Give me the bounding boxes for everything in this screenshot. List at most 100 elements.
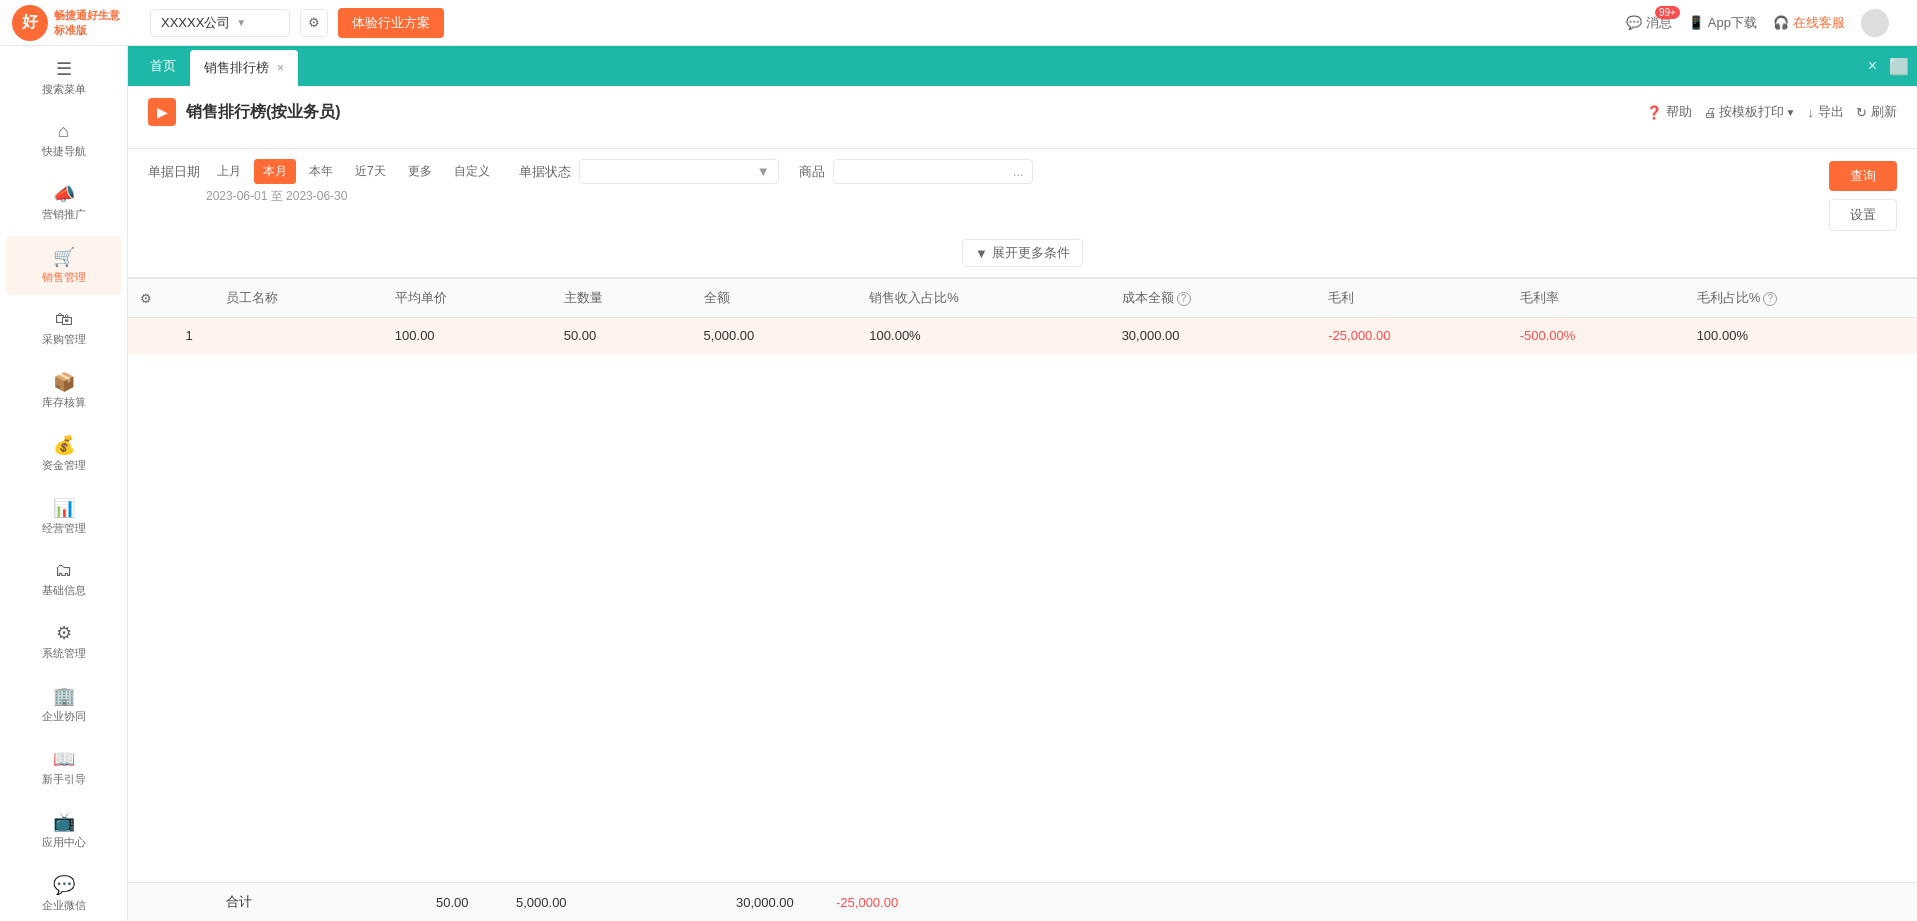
- app-download-button[interactable]: 📱 App下载: [1688, 14, 1757, 32]
- sidebar-label-quick-nav: 快捷导航: [42, 144, 86, 159]
- sidebar-item-marketing[interactable]: 📣 营销推广: [6, 173, 121, 232]
- app-download-label: App下载: [1708, 14, 1757, 32]
- online-service-button[interactable]: 🎧 在线客服: [1773, 14, 1845, 32]
- page-content: ▶ 销售排行榜(按业务员) ❓ 帮助 🖨 按模板打印: [128, 86, 1917, 921]
- help-label: 帮助: [1666, 103, 1692, 121]
- sidebar-item-enterprise-wechat[interactable]: 💬 企业微信: [6, 864, 121, 921]
- gross-pct-hint-icon[interactable]: ?: [1763, 292, 1777, 306]
- table-header-gross-rate: 毛利率: [1508, 279, 1685, 318]
- sidebar-label-search-order: 搜索菜单: [42, 82, 86, 97]
- beginner-icon: 📖: [53, 748, 75, 770]
- enterprise-collab-icon: 🏢: [53, 685, 75, 707]
- sidebar-item-sales[interactable]: 🛒 销售管理: [6, 236, 121, 295]
- tab-close-icon[interactable]: ×: [277, 61, 284, 75]
- collapse-toggle-button[interactable]: ▶: [148, 98, 176, 126]
- date-btn-more[interactable]: 更多: [399, 159, 441, 184]
- help-button[interactable]: ❓ 帮助: [1646, 103, 1692, 121]
- date-btn-this-year[interactable]: 本年: [300, 159, 342, 184]
- expand-label: 展开更多条件: [992, 244, 1070, 262]
- sidebar-item-basic-info[interactable]: 🗂 基础信息: [6, 550, 121, 608]
- tab-bar: 首页 销售排行榜 × × ⬜: [128, 46, 1917, 86]
- export-button[interactable]: ↓ 导出: [1808, 103, 1845, 121]
- date-btn-this-month[interactable]: 本月: [254, 159, 296, 184]
- sidebar-item-finance[interactable]: 💰 资金管理: [6, 424, 121, 483]
- marketing-icon: 📣: [53, 183, 75, 205]
- sidebar: ☰ 搜索菜单 ⌂ 快捷导航 📣 营销推广 🛒 销售管理 🛍 采购管理 📦 库: [0, 46, 128, 921]
- page-title: 销售排行榜(按业务员): [186, 102, 341, 123]
- collapse-icon: ▶: [157, 104, 168, 120]
- user-avatar[interactable]: [1861, 9, 1889, 37]
- expand-more-button[interactable]: ▼ 展开更多条件: [962, 239, 1083, 267]
- company-selector[interactable]: XXXXX公司 ▼: [150, 9, 290, 37]
- row-sales-pct: 100.00%: [857, 318, 1109, 354]
- sidebar-label-purchase: 采购管理: [42, 332, 86, 347]
- print-label: 按模板打印: [1719, 103, 1784, 121]
- table-row: 1 100.00 50.00 5,000.00 100.00% 30,000.0…: [128, 318, 1917, 354]
- row-avg-price: 100.00: [383, 318, 552, 354]
- date-btn-last-month[interactable]: 上月: [208, 159, 250, 184]
- sidebar-item-beginner[interactable]: 📖 新手引导: [6, 738, 121, 797]
- date-btn-7days[interactable]: 近7天: [346, 159, 395, 184]
- sidebar-item-inventory[interactable]: 📦 库存核算: [6, 361, 121, 420]
- sidebar-item-search-order[interactable]: ☰ 搜索菜单: [6, 48, 121, 107]
- filter-row: 单据日期 上月 本月 本年 近7天 更多 自定义: [148, 159, 1813, 184]
- date-filter-label: 单据日期: [148, 163, 200, 181]
- row-rank: 1: [164, 318, 214, 354]
- date-buttons: 上月 本月 本年 近7天 更多 自定义: [208, 159, 499, 184]
- trial-button[interactable]: 体验行业方案: [338, 8, 444, 38]
- row-cost: 30,000.00: [1110, 318, 1317, 354]
- online-service-label: 在线客服: [1793, 14, 1845, 32]
- query-button[interactable]: 查询: [1829, 161, 1897, 191]
- page-actions: ❓ 帮助 🖨 按模板打印 ▼ ↓ 导出: [1646, 103, 1897, 121]
- sidebar-item-quick-nav[interactable]: ⌂ 快捷导航: [6, 111, 121, 169]
- help-icon: ❓: [1646, 105, 1662, 120]
- phone-icon: 📱: [1688, 15, 1704, 30]
- row-amount: 5,000.00: [692, 318, 858, 354]
- refresh-button[interactable]: ↻ 刷新: [1856, 103, 1897, 121]
- table-header-amount: 全额: [692, 279, 858, 318]
- date-btn-custom[interactable]: 自定义: [445, 159, 499, 184]
- status-filter-label: 单据状态: [519, 163, 571, 181]
- sidebar-label-finance: 资金管理: [42, 458, 86, 473]
- table-header-cost: 成本全额?: [1110, 279, 1317, 318]
- sidebar-item-system[interactable]: ⚙ 系统管理: [6, 612, 121, 671]
- status-select[interactable]: ▼: [579, 159, 779, 184]
- message-button[interactable]: 💬 消息 99+: [1626, 14, 1672, 32]
- table-header-name: 员工名称: [214, 279, 383, 318]
- data-table: ⚙ 员工名称 平均单价 主数量 全额 销售收入占比% 成本全额? 毛利 毛利率: [128, 278, 1917, 354]
- content-area: 首页 销售排行榜 × × ⬜ ▶: [128, 46, 1917, 921]
- print-button[interactable]: 🖨 按模板打印 ▼: [1704, 103, 1796, 121]
- tab-sales-ranking[interactable]: 销售排行榜 ×: [190, 50, 298, 86]
- page-title-row: ▶ 销售排行榜(按业务员) ❓ 帮助 🖨 按模板打印: [148, 98, 1897, 126]
- enterprise-wechat-icon: 💬: [53, 874, 75, 896]
- summary-cost: 30,000.00: [736, 895, 836, 910]
- sidebar-label-operations: 经营管理: [42, 521, 86, 536]
- tab-bar-right: × ⬜: [1868, 57, 1909, 76]
- topbar-settings-button[interactable]: ⚙: [300, 9, 328, 37]
- sidebar-item-enterprise-collab[interactable]: 🏢 企业协同: [6, 675, 121, 734]
- purchase-icon: 🛍: [55, 309, 73, 330]
- goods-input[interactable]: ...: [833, 159, 1033, 184]
- headset-icon: 🎧: [1773, 15, 1789, 30]
- sidebar-label-sales: 销售管理: [42, 270, 86, 285]
- tab-home[interactable]: 首页: [136, 46, 190, 86]
- operations-icon: 📊: [53, 497, 75, 519]
- search-order-icon: ☰: [56, 58, 72, 80]
- tab-minimize-icon[interactable]: ×: [1868, 57, 1877, 75]
- row-gross-pct: 100.00%: [1685, 318, 1917, 354]
- settings-button[interactable]: 设置: [1829, 199, 1897, 231]
- goods-input-ellipsis: ...: [1013, 164, 1024, 179]
- print-dropdown-arrow: ▼: [1786, 107, 1796, 118]
- sidebar-item-app-center[interactable]: 📺 应用中心: [6, 801, 121, 860]
- tab-maximize-icon[interactable]: ⬜: [1889, 57, 1909, 76]
- summary-amount: 5,000.00: [516, 895, 616, 910]
- sidebar-label-inventory: 库存核算: [42, 395, 86, 410]
- table-header-gross-pct: 毛利占比%?: [1685, 279, 1917, 318]
- cost-hint-icon[interactable]: ?: [1177, 292, 1191, 306]
- table-header-settings[interactable]: ⚙: [128, 279, 164, 318]
- sidebar-label-basic-info: 基础信息: [42, 583, 86, 598]
- sidebar-item-operations[interactable]: 📊 经营管理: [6, 487, 121, 546]
- sidebar-item-purchase[interactable]: 🛍 采购管理: [6, 299, 121, 357]
- logo-area: 好 畅捷通好生意 标准版: [12, 5, 140, 41]
- logo-icon: 好: [12, 5, 48, 41]
